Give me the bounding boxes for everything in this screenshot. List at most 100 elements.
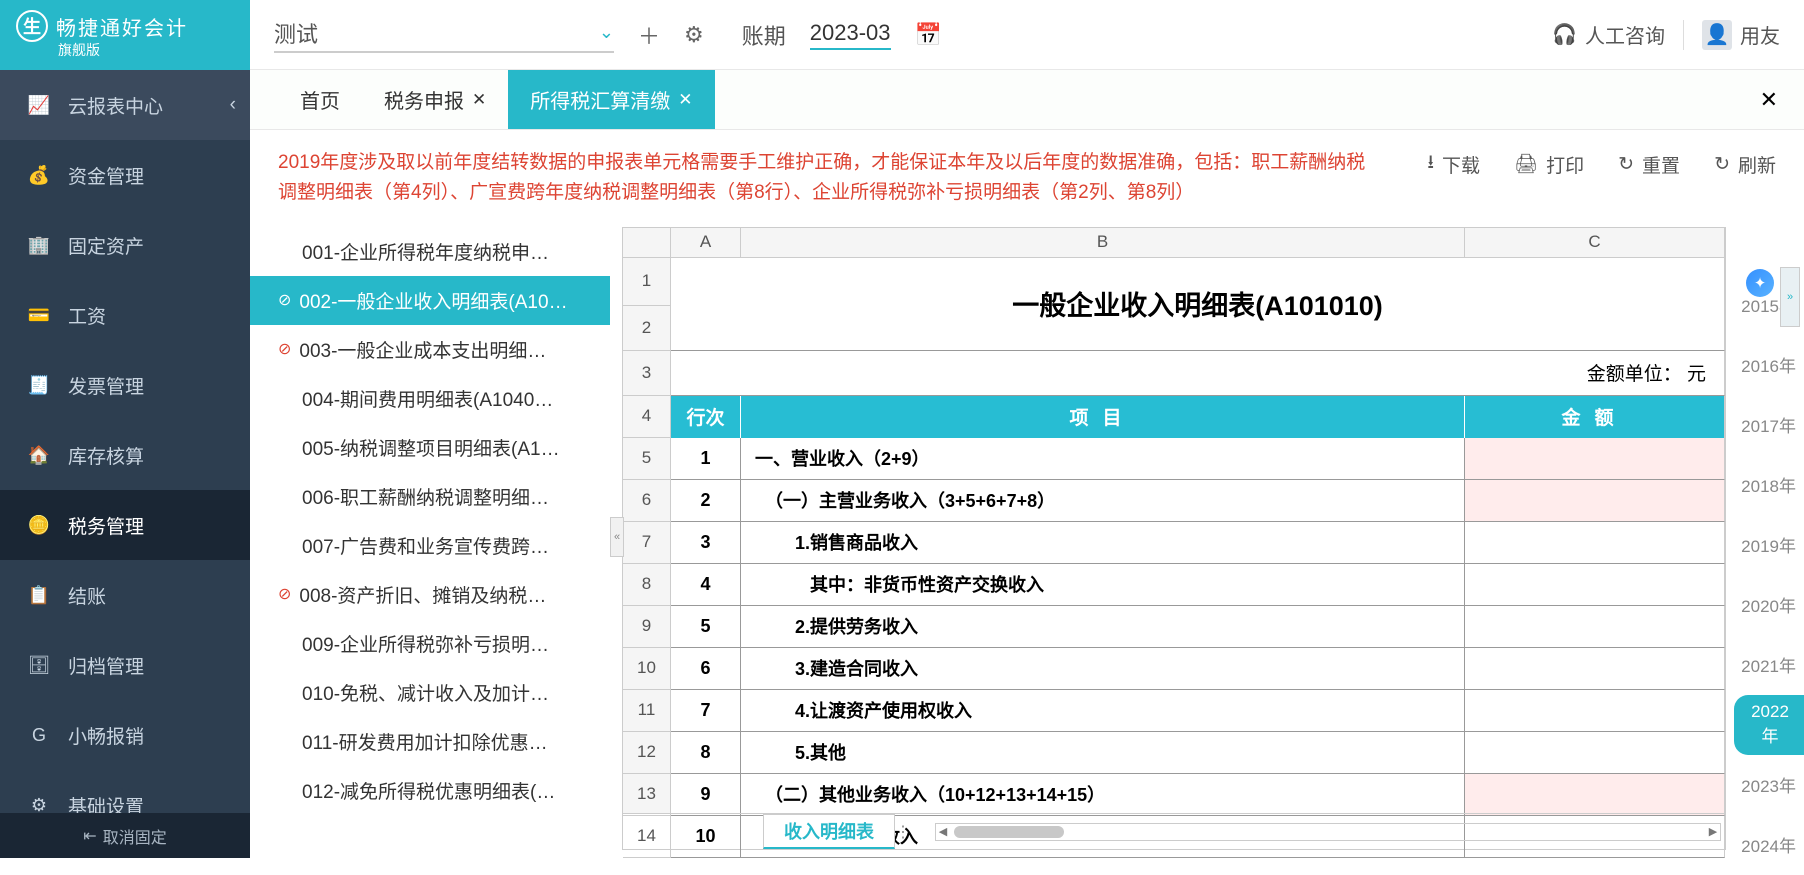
nav-salary[interactable]: 💳工资 <box>0 280 250 350</box>
cell-line-no[interactable]: 9 <box>671 774 741 816</box>
cell-line-no[interactable]: 2 <box>671 480 741 522</box>
cell-amount[interactable] <box>1465 480 1725 522</box>
nav-inventory[interactable]: 🏠库存核算 <box>0 420 250 490</box>
cell-line-no[interactable]: 7 <box>671 690 741 732</box>
period-value[interactable]: 2023-03 <box>810 20 891 50</box>
col-header-b[interactable]: B <box>741 228 1465 258</box>
form-list-item[interactable]: ⊘008-资产折旧、摊销及纳税… <box>250 570 610 619</box>
close-icon[interactable]: ✕ <box>472 90 486 110</box>
col-header-a[interactable]: A <box>671 228 741 258</box>
print-button[interactable]: 🖨打印 <box>1514 148 1584 180</box>
nav-reimburse[interactable]: G小畅报销 <box>0 700 250 770</box>
reset-button[interactable]: ↻重置 <box>1618 148 1680 180</box>
cell-line-no[interactable]: 1 <box>671 438 741 480</box>
cell-amount[interactable] <box>1465 606 1725 648</box>
cell-amount[interactable] <box>1465 690 1725 732</box>
year-item[interactable]: 2024年 <box>1734 815 1804 875</box>
cell-item[interactable]: 1.销售商品收入 <box>741 522 1465 564</box>
company-select[interactable]: 测试⌄ <box>274 17 614 53</box>
cell-item[interactable]: 2.提供劳务收入 <box>741 606 1465 648</box>
download-button[interactable]: ⭳下载 <box>1427 148 1480 180</box>
add-button[interactable]: ＋ <box>638 19 660 51</box>
cell-line-no[interactable]: 3 <box>671 522 741 564</box>
support-link[interactable]: 🎧人工咨询 <box>1552 20 1665 49</box>
float-assistant-icon[interactable]: ✦ <box>1746 269 1774 297</box>
row-header[interactable]: 12 <box>623 732 671 774</box>
calendar-icon[interactable]: 📅 <box>915 22 942 48</box>
scroll-right-icon[interactable]: ▶ <box>1706 825 1720 838</box>
horizontal-scrollbar[interactable]: ◀▶ <box>935 823 1721 841</box>
settings-button[interactable]: ⚙ <box>684 22 704 48</box>
form-list-item[interactable]: 009-企业所得税弥补亏损明… <box>250 619 610 668</box>
form-list-item[interactable]: 005-纳税调整项目明细表(A1… <box>250 423 610 472</box>
row-header[interactable]: 6 <box>623 480 671 522</box>
cell-amount[interactable] <box>1465 732 1725 774</box>
cell-amount[interactable] <box>1465 774 1725 816</box>
form-list-item[interactable]: ⊘003-一般企业成本支出明细… <box>250 325 610 374</box>
cell-item[interactable]: 其中：非货币性资产交换收入 <box>741 564 1465 606</box>
cell-line-no[interactable]: 8 <box>671 732 741 774</box>
year-item[interactable]: 2021年 <box>1734 635 1804 695</box>
tab-home[interactable]: 首页 <box>278 70 362 129</box>
cell-amount[interactable] <box>1465 438 1725 480</box>
col-header-c[interactable]: C <box>1465 228 1725 258</box>
close-icon[interactable]: ✕ <box>678 90 692 110</box>
year-item[interactable]: 2020年 <box>1734 575 1804 635</box>
sheet-menu-icon[interactable]: ⋮ <box>895 822 913 842</box>
year-item[interactable]: 2022年 <box>1734 695 1804 755</box>
refresh-button[interactable]: ↻刷新 <box>1714 148 1776 180</box>
collapse-handle[interactable]: « <box>610 517 624 557</box>
year-item[interactable]: 2023年 <box>1734 755 1804 815</box>
nav-report-center[interactable]: 📈云报表中心‹ <box>0 70 250 140</box>
row-header[interactable]: 3 <box>623 351 671 396</box>
scroll-left-icon[interactable]: ◀ <box>936 825 950 838</box>
cell-line-no[interactable]: 6 <box>671 648 741 690</box>
form-list-item[interactable]: 007-广告费和业务宣传费跨… <box>250 521 610 570</box>
row-header[interactable]: 11 <box>623 690 671 732</box>
nav-fixed-assets[interactable]: 🏢固定资产 <box>0 210 250 280</box>
tab-income-tax-settlement[interactable]: 所得税汇算清缴✕ <box>508 70 714 129</box>
row-header[interactable]: 2 <box>623 306 671 351</box>
year-expand-handle[interactable]: » <box>1780 267 1800 327</box>
cell-item[interactable]: 3.建造合同收入 <box>741 648 1465 690</box>
row-header[interactable]: 1 <box>623 258 671 306</box>
form-list-item[interactable]: 010-免税、减计收入及加计… <box>250 668 610 717</box>
nav-archive[interactable]: 🗄归档管理 <box>0 630 250 700</box>
row-header[interactable]: 7 <box>623 522 671 564</box>
cell-item[interactable]: （二）其他业务收入（10+12+13+14+15） <box>741 774 1465 816</box>
year-item[interactable]: 2019年 <box>1734 515 1804 575</box>
cell-item[interactable]: 一、营业收入（2+9） <box>741 438 1465 480</box>
nav-invoice-mgmt[interactable]: 🧾发票管理 <box>0 350 250 420</box>
row-header[interactable]: 4 <box>623 396 671 438</box>
sidebar-unpin[interactable]: ⇤取消固定 <box>0 813 250 858</box>
user-menu[interactable]: 👤用友 <box>1702 20 1780 50</box>
sheet-tab[interactable]: 收入明细表 <box>763 814 895 849</box>
close-all-tabs[interactable]: ✕ <box>1734 87 1804 113</box>
year-item[interactable]: 2018年 <box>1734 455 1804 515</box>
row-header[interactable]: 10 <box>623 648 671 690</box>
nav-tax-mgmt[interactable]: 🪙税务管理 <box>0 490 250 560</box>
cell-item[interactable]: 5.其他 <box>741 732 1465 774</box>
nav-closing[interactable]: 📋结账 <box>0 560 250 630</box>
row-header[interactable]: 5 <box>623 438 671 480</box>
cell-amount[interactable] <box>1465 522 1725 564</box>
cell-line-no[interactable]: 5 <box>671 606 741 648</box>
cell-line-no[interactable]: 4 <box>671 564 741 606</box>
year-item[interactable]: 2017年 <box>1734 395 1804 455</box>
nav-fund-mgmt[interactable]: 💰资金管理 <box>0 140 250 210</box>
form-list-item[interactable]: 012-减免所得税优惠明细表(… <box>250 766 610 815</box>
form-list-item[interactable]: 011-研发费用加计扣除优惠… <box>250 717 610 766</box>
cell-item[interactable]: （一）主营业务收入（3+5+6+7+8） <box>741 480 1465 522</box>
year-item[interactable]: 2016年 <box>1734 335 1804 395</box>
row-header[interactable]: 9 <box>623 606 671 648</box>
tab-tax-filing[interactable]: 税务申报✕ <box>362 70 508 129</box>
form-list-item[interactable]: 004-期间费用明细表(A1040… <box>250 374 610 423</box>
cell-item[interactable]: 4.让渡资产使用权收入 <box>741 690 1465 732</box>
cell-amount[interactable] <box>1465 564 1725 606</box>
row-header[interactable]: 13 <box>623 774 671 816</box>
cell-amount[interactable] <box>1465 648 1725 690</box>
form-list-item[interactable]: ⊘002-一般企业收入明细表(A10… <box>250 276 610 325</box>
form-list-item[interactable]: 006-职工薪酬纳税调整明细… <box>250 472 610 521</box>
scroll-thumb[interactable] <box>954 826 1064 838</box>
row-header[interactable]: 8 <box>623 564 671 606</box>
